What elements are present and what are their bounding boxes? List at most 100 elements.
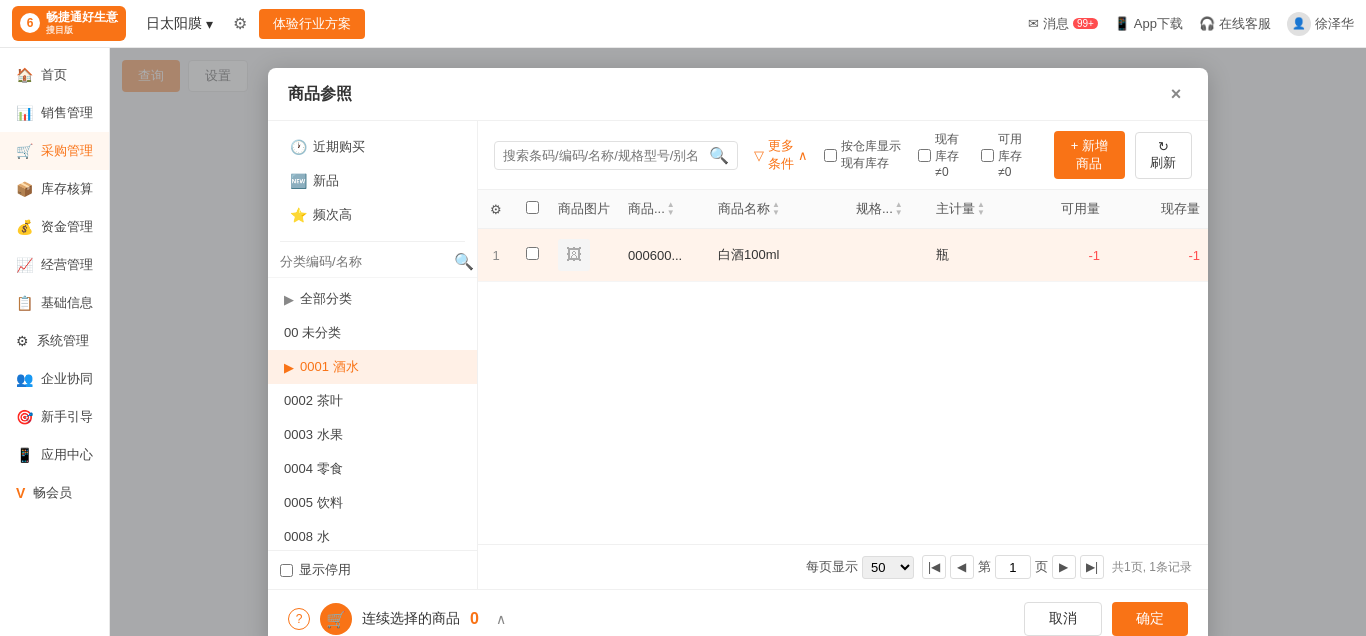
headset-icon: 🎧 (1199, 16, 1215, 31)
category-0001[interactable]: ▶ 0001 酒水 (268, 350, 477, 384)
pg-prev-button[interactable]: ◀ (950, 555, 974, 579)
category-0002[interactable]: 0002 茶叶 (268, 384, 477, 418)
page-number-input[interactable] (995, 555, 1031, 579)
pagination-controls: |◀ ◀ 第 页 ▶ ▶| (922, 555, 1104, 579)
checkbox-available-label: 可用库存≠0 (998, 131, 1034, 179)
col-code-label: 商品... (628, 200, 665, 218)
select-all-checkbox[interactable] (526, 201, 539, 214)
category-0004[interactable]: 0004 零食 (268, 452, 477, 486)
table-row[interactable]: 1 🖼 000600... 白酒100ml (478, 229, 1208, 282)
row-checkbox[interactable] (526, 247, 539, 260)
sidebar-item-finance[interactable]: 💰 资金管理 (0, 208, 109, 246)
checkbox-available[interactable]: 可用库存≠0 (981, 131, 1034, 179)
sidebar: 🏠 首页 📊 销售管理 🛒 采购管理 📦 库存核算 💰 资金管理 📈 经营管理 … (0, 48, 110, 636)
sidebar-label-system: 系统管理 (37, 332, 89, 350)
checkbox-available-input[interactable] (981, 149, 994, 162)
modal-close-button[interactable]: × (1164, 82, 1188, 106)
cell-checkbox[interactable] (514, 229, 550, 282)
checkbox-warehouse[interactable]: 按仓库显示现有库存 (824, 138, 908, 172)
sort-icon-code: ▲▼ (667, 201, 675, 217)
col-code[interactable]: 商品... ▲▼ (620, 190, 710, 229)
sidebar-item-guide[interactable]: 🎯 新手引导 (0, 398, 109, 436)
sidebar-label-basic: 基础信息 (41, 294, 93, 312)
new-icon: 🆕 (290, 173, 307, 189)
filter-label: 更多条件 (768, 137, 794, 173)
show-disabled-label[interactable]: 显示停用 (299, 561, 351, 579)
category-00[interactable]: 00 未分类 (268, 316, 477, 350)
col-available[interactable]: 可用量 (1008, 190, 1108, 229)
sidebar-label-sales: 销售管理 (41, 104, 93, 122)
show-disabled-checkbox[interactable] (280, 564, 293, 577)
sidebar-label-business: 经营管理 (41, 256, 93, 274)
trial-button[interactable]: 体验行业方案 (259, 9, 365, 39)
sidebar-item-home[interactable]: 🏠 首页 (0, 56, 109, 94)
help-icon[interactable]: ? (288, 608, 310, 630)
sidebar-item-business[interactable]: 📈 经营管理 (0, 246, 109, 284)
pg-next-button[interactable]: ▶ (1052, 555, 1076, 579)
checkbox-stock[interactable]: 现有库存≠0 (918, 131, 971, 179)
sort-icon-unit: ▲▼ (977, 201, 985, 217)
sidebar-item-member[interactable]: V 畅会员 (0, 474, 109, 512)
per-page-select[interactable]: 每页显示 50 100 200 (806, 556, 914, 579)
pg-last-button[interactable]: ▶| (1080, 555, 1104, 579)
modal-action-bar: ? 🛒 连续选择的商品 0 ∧ 取消 确定 (268, 589, 1208, 636)
refresh-button[interactable]: ↻ 刷新 (1135, 132, 1192, 179)
system-icon: ⚙ (16, 333, 29, 349)
category-0004-label: 0004 零食 (284, 460, 343, 478)
sidebar-label-inventory: 库存核算 (41, 180, 93, 198)
sidebar-label-collab: 企业协同 (41, 370, 93, 388)
category-all[interactable]: ▶ 全部分类 (268, 282, 477, 316)
sidebar-item-sales[interactable]: 📊 销售管理 (0, 94, 109, 132)
sidebar-item-inventory[interactable]: 📦 库存核算 (0, 170, 109, 208)
nav-dropdown[interactable]: 日太阳膜 ▾ (138, 11, 221, 37)
category-0008[interactable]: 0008 水 (268, 520, 477, 550)
app-label: App下载 (1134, 15, 1183, 33)
filter-button[interactable]: ▽ 更多条件 ∧ (748, 133, 814, 177)
per-page-dropdown[interactable]: 50 100 200 (862, 556, 914, 579)
sidebar-label-member: 畅会员 (33, 484, 72, 502)
avatar: 👤 (1287, 12, 1311, 36)
sidebar-item-purchase[interactable]: 🛒 采购管理 (0, 132, 109, 170)
sidebar-item-basic[interactable]: 📋 基础信息 (0, 284, 109, 322)
col-spec[interactable]: 规格... ▲▼ (848, 190, 928, 229)
modal-header: 商品参照 × (268, 68, 1208, 121)
col-unit[interactable]: 主计量 ▲▼ (928, 190, 1008, 229)
sidebar-item-system[interactable]: ⚙ 系统管理 (0, 322, 109, 360)
service-item[interactable]: 🎧 在线客服 (1199, 15, 1271, 33)
user-item[interactable]: 👤 徐泽华 (1287, 12, 1354, 36)
app-download-item[interactable]: 📱 App下载 (1114, 15, 1183, 33)
action-bar-right: 取消 确定 (1024, 602, 1188, 636)
tab-recent-label: 近期购买 (313, 138, 365, 156)
tab-new[interactable]: 🆕 新品 (280, 165, 465, 197)
message-item[interactable]: ✉ 消息 99+ (1028, 15, 1098, 33)
logo[interactable]: 6 畅捷通好生意 搜目版 (12, 6, 126, 41)
checkbox-warehouse-input[interactable] (824, 149, 837, 162)
category-0005[interactable]: 0005 饮料 (268, 486, 477, 520)
tab-frequent[interactable]: ⭐ 频次高 (280, 199, 465, 231)
search-submit-icon[interactable]: 🔍 (709, 146, 729, 165)
col-stock[interactable]: 现存量 (1108, 190, 1208, 229)
add-product-button[interactable]: + 新增商品 (1054, 131, 1125, 179)
col-image: 商品图片 (550, 190, 620, 229)
table-header-row: ⚙ 商品图片 商品... ▲▼ (478, 190, 1208, 229)
sidebar-item-collab[interactable]: 👥 企业协同 (0, 360, 109, 398)
collapse-icon[interactable]: ∧ (489, 607, 513, 631)
category-0005-label: 0005 饮料 (284, 494, 343, 512)
thumb-placeholder: 🖼 (566, 246, 582, 264)
search-icon[interactable]: 🔍 (454, 252, 474, 271)
confirm-button[interactable]: 确定 (1112, 602, 1188, 636)
category-0003[interactable]: 0003 水果 (268, 418, 477, 452)
tab-recent[interactable]: 🕐 近期购买 (280, 131, 465, 163)
product-search-input[interactable] (503, 148, 703, 163)
category-search-input[interactable] (280, 254, 448, 269)
sidebar-item-apps[interactable]: 📱 应用中心 (0, 436, 109, 474)
sales-icon: 📊 (16, 105, 33, 121)
cancel-button[interactable]: 取消 (1024, 602, 1102, 636)
checkbox-stock-input[interactable] (918, 149, 931, 162)
col-settings[interactable]: ⚙ (478, 190, 514, 229)
gear-icon[interactable]: ⚙ (233, 14, 247, 33)
cart-icon[interactable]: 🛒 (320, 603, 352, 635)
col-checkbox[interactable] (514, 190, 550, 229)
pg-first-button[interactable]: |◀ (922, 555, 946, 579)
col-name[interactable]: 商品名称 ▲▼ (710, 190, 848, 229)
